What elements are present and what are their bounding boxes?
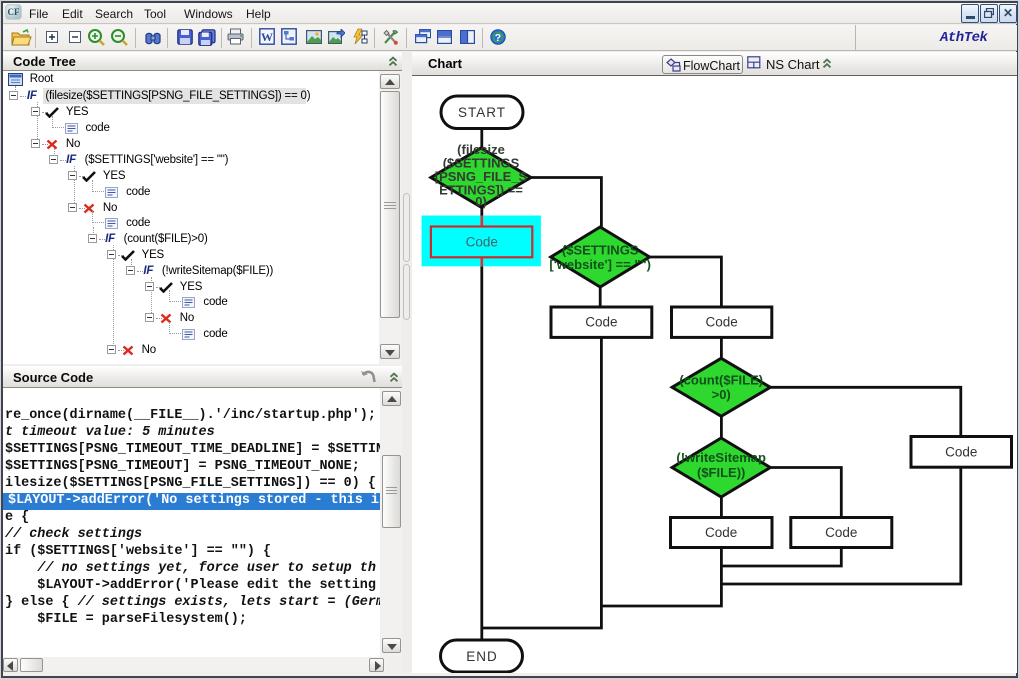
svg-text:Code: Code — [825, 525, 857, 540]
svg-text:Code: Code — [466, 235, 498, 250]
svg-text:Code: Code — [705, 525, 737, 540]
svg-text:['website'] == ""): ['website'] == "") — [549, 257, 651, 272]
svg-text:Code: Code — [945, 444, 977, 459]
svg-text:>0): >0) — [712, 387, 731, 402]
svg-text:0): 0) — [475, 194, 487, 209]
svg-text:W: W — [261, 30, 273, 44]
svg-text:(count($FILE): (count($FILE) — [679, 373, 763, 388]
svg-text:($FILE)): ($FILE)) — [697, 465, 745, 480]
svg-text:START: START — [458, 105, 506, 120]
svg-text:Code: Code — [585, 315, 617, 330]
svg-text:($SETTINGS: ($SETTINGS — [562, 243, 639, 258]
svg-text:END: END — [466, 649, 498, 664]
svg-text:(!writeSitemap: (!writeSitemap — [676, 450, 766, 465]
svg-text:Code: Code — [706, 315, 738, 330]
svg-text:?: ? — [495, 32, 501, 44]
